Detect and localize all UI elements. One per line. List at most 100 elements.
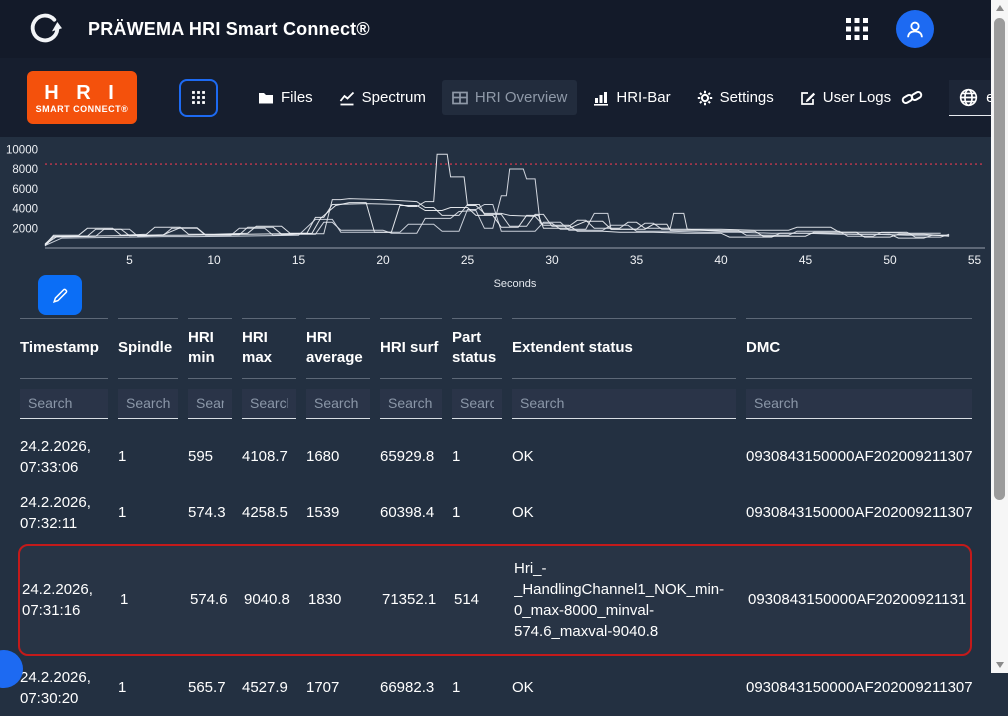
user-avatar-button[interactable] <box>896 10 934 48</box>
x-axis-tick: 20 <box>376 253 390 267</box>
x-axis-tick: 5 <box>126 253 133 267</box>
x-axis-tick: 45 <box>799 253 813 267</box>
menu-grid-button[interactable] <box>179 78 218 117</box>
column-header-hri-surf[interactable]: HRI surf <box>380 318 442 379</box>
cell-dmc: 0930843150000AF2020092113170 <box>748 591 966 608</box>
cell-timestamp: 24.2.2026, 07:32:11 <box>20 493 91 532</box>
table-row[interactable]: 24.2.2026, 07:30:20 1 565.7 4527.9 1707 66982… <box>20 660 972 716</box>
app-title: PRÄWEMA HRI Smart Connect® <box>88 18 370 39</box>
scrollbar-down-arrow[interactable] <box>991 657 1008 673</box>
table-body: 24.2.2026, 07:33:06 1 595 4108.7 1680 65929.8… <box>18 429 972 716</box>
vertical-scrollbar[interactable] <box>991 0 1008 673</box>
search-input-spindle[interactable] <box>118 388 178 419</box>
spectrum-chart-icon <box>339 91 354 105</box>
main-content: 2000 4000 6000 8000 10000 5 10 15 20 25 30 35 40 45 50… <box>0 137 991 707</box>
cell-hri-average: 1830 <box>308 591 342 608</box>
column-header-dmc[interactable]: DMC <box>746 318 972 379</box>
link-button[interactable] <box>901 87 923 109</box>
nav-item-files[interactable]: Files <box>248 80 323 115</box>
y-axis-tick: 6000 <box>12 184 38 196</box>
nav-item-label: Spectrum <box>361 89 426 106</box>
top-header-bar: PRÄWEMA HRI Smart Connect® <box>0 0 1008 58</box>
hri-logo-subtext: SMART CONNECT® <box>35 103 129 114</box>
column-header-extendent-status[interactable]: Extendent status <box>512 318 736 379</box>
nav-item-label: HRI Overview <box>474 89 568 106</box>
table-search-row <box>20 379 972 429</box>
folder-icon <box>259 92 273 103</box>
search-input-timestamp[interactable] <box>20 388 108 419</box>
x-axis-tick: 40 <box>714 253 728 267</box>
gear-icon <box>697 90 712 105</box>
cell-hri-average: 1680 <box>306 448 340 465</box>
bar-chart-icon <box>594 91 609 106</box>
cell-hri-min: 595 <box>188 448 214 465</box>
x-axis-tick: 35 <box>630 253 644 267</box>
pencil-icon <box>52 288 67 303</box>
main-navbar: H R I SMART CONNECT® Files Spectrum HRI … <box>0 58 1008 137</box>
cell-spindle: 1 <box>118 679 127 696</box>
nav-item-hri-bar[interactable]: HRI-Bar <box>583 80 680 115</box>
cell-hri-min: 574.6 <box>190 591 228 608</box>
nav-item-spectrum[interactable]: Spectrum <box>329 80 436 115</box>
nav-item-user-logs[interactable]: User Logs <box>790 80 901 115</box>
cell-part-status: 1 <box>452 448 461 465</box>
hri-data-table: Timestamp Spindle HRI min HRI max HRI av… <box>18 318 972 716</box>
search-input-hri-max[interactable] <box>242 388 296 419</box>
cell-hri-surf: 60398.4 <box>380 504 435 521</box>
chart-series-channel-2 <box>44 168 950 247</box>
globe-icon <box>959 88 978 106</box>
search-input-hri-surf[interactable] <box>380 388 442 419</box>
cell-extendent-status: OK <box>512 448 534 465</box>
nav-item-hri-overview[interactable]: HRI Overview <box>441 80 578 115</box>
table-row-highlighted[interactable]: 24.2.2026, 07:31:16 1 574.6 9040.8 1830 71352… <box>18 543 972 656</box>
cell-spindle: 1 <box>118 448 127 465</box>
scrollbar-thumb[interactable] <box>994 18 1005 500</box>
cell-dmc: 0930843150000AF2020092113075 <box>746 448 972 465</box>
hri-smart-connect-logo[interactable]: H R I SMART CONNECT® <box>27 71 137 124</box>
column-header-part-status[interactable]: Part status <box>452 318 502 379</box>
cell-hri-max: 4527.9 <box>242 679 288 696</box>
search-input-part-status[interactable] <box>452 388 502 419</box>
hri-line-chart: 2000 4000 6000 8000 10000 5 10 15 20 25 30 35 40 45 50… <box>6 144 985 290</box>
cell-hri-max: 4108.7 <box>242 448 288 465</box>
cell-extendent-status: OK <box>512 504 534 521</box>
cell-hri-min: 565.7 <box>188 679 226 696</box>
apps-grid-button[interactable] <box>844 16 870 42</box>
cell-dmc: 0930843150000AF2020092113073 <box>746 504 972 521</box>
column-header-timestamp[interactable]: Timestamp <box>20 318 108 379</box>
table-row[interactable]: 24.2.2026, 07:32:11 1 574.3 4258.5 1539 60398… <box>20 485 972 541</box>
y-axis-tick: 2000 <box>12 223 38 235</box>
search-input-hri-min[interactable] <box>188 388 232 419</box>
cell-hri-average: 1539 <box>306 504 340 521</box>
cell-hri-surf: 71352.1 <box>382 591 437 608</box>
person-icon <box>907 21 923 38</box>
scrollbar-up-arrow[interactable] <box>991 0 1008 16</box>
cell-timestamp: 24.2.2026, 07:31:16 <box>22 580 93 619</box>
table-icon <box>452 91 468 104</box>
column-header-spindle[interactable]: Spindle <box>118 318 178 379</box>
column-header-hri-min[interactable]: HRI min <box>188 318 232 379</box>
topbar-actions <box>844 10 980 48</box>
table-header-row: Timestamp Spindle HRI min HRI max HRI av… <box>20 318 972 379</box>
table-row[interactable]: 24.2.2026, 07:33:06 1 595 4108.7 1680 65929.8… <box>20 429 972 485</box>
column-header-hri-max[interactable]: HRI max <box>242 318 296 379</box>
nav-item-settings[interactable]: Settings <box>687 80 784 115</box>
cell-extendent-status: OK <box>512 679 534 696</box>
x-axis-tick: 15 <box>292 253 306 267</box>
cell-spindle: 1 <box>120 591 129 608</box>
x-axis-tick: 50 <box>883 253 897 267</box>
cell-hri-surf: 66982.3 <box>380 679 435 696</box>
apps-grid-icon <box>846 18 868 40</box>
nav-item-label: HRI-Bar <box>616 89 671 106</box>
x-axis-label: Seconds <box>494 278 537 290</box>
search-input-dmc[interactable] <box>746 388 972 419</box>
grid-icon <box>192 91 205 104</box>
search-input-hri-average[interactable] <box>306 388 370 419</box>
nav-items: Files Spectrum HRI Overview HRI-Bar Sett… <box>248 80 901 115</box>
cell-hri-average: 1707 <box>306 679 340 696</box>
search-input-extendent-status[interactable] <box>512 388 736 419</box>
nav-item-label: Settings <box>719 89 774 106</box>
column-header-hri-average[interactable]: HRI average <box>306 318 370 379</box>
edit-table-button[interactable] <box>38 275 82 315</box>
y-axis-tick: 8000 <box>12 164 38 176</box>
